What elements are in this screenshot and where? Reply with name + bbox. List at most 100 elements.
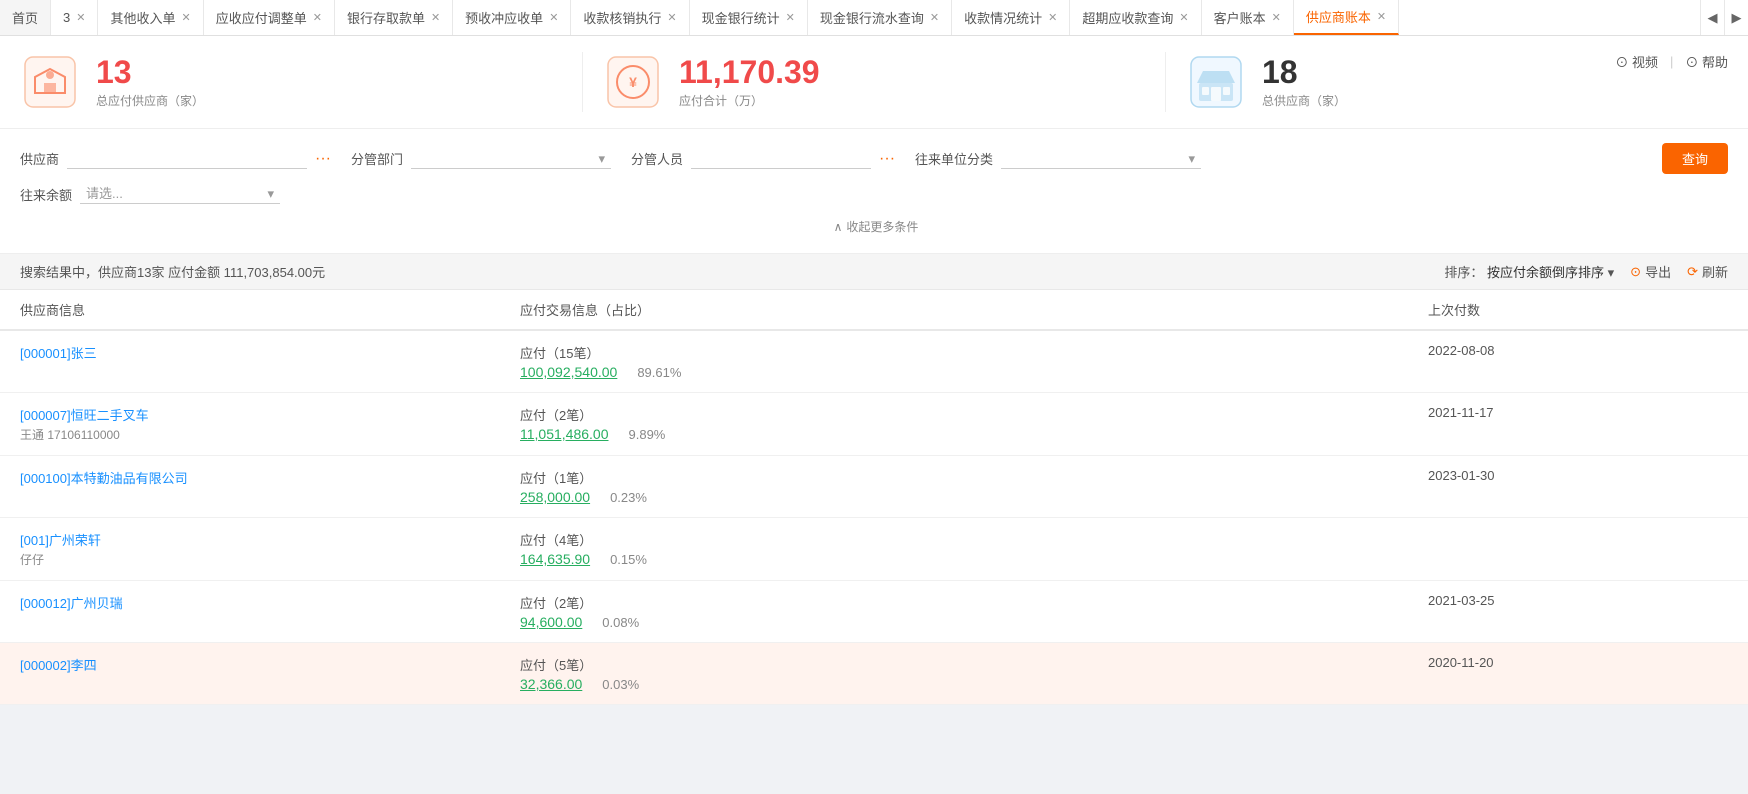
balance-select[interactable]: 请选... [80, 184, 280, 204]
percentage: 0.08% [602, 615, 639, 630]
nav-advance-offset-close[interactable]: ✕ [549, 11, 558, 24]
filter-balance: 往来余额 请选... [20, 184, 280, 204]
refresh-button[interactable]: ⟳ 刷新 [1687, 262, 1728, 281]
amount-value[interactable]: 11,051,486.00 [520, 426, 609, 442]
last-pay-cell: 2021-11-17 [1428, 405, 1728, 420]
last-pay-date: 2021-11-17 [1428, 405, 1494, 420]
supplier-cell: [000002]李四 [20, 655, 520, 674]
amount-value[interactable]: 100,092,540.00 [520, 364, 617, 380]
nav-customer-ledger[interactable]: 客户账本 ✕ [1202, 0, 1294, 35]
person-input[interactable] [691, 149, 871, 169]
separator-1 [582, 52, 583, 112]
query-button[interactable]: 查询 [1662, 143, 1728, 174]
dept-select[interactable] [411, 149, 611, 169]
person-ellipsis[interactable]: ··· [879, 150, 895, 168]
filter-row-2: 往来余额 请选... [20, 184, 1728, 204]
nav-overdue-query-close[interactable]: ✕ [1179, 11, 1188, 24]
filter-dept: 分管部门 [351, 149, 611, 169]
filter-supplier: 供应商 ··· [20, 149, 331, 169]
nav-next-arrow[interactable]: ▶ [1724, 0, 1748, 36]
col-tx-info: 应付交易信息（占比） [520, 300, 1428, 319]
nav-ar-ap-adjust[interactable]: 应收应付调整单 ✕ [204, 0, 335, 35]
filter-unit-type: 往来单位分类 [915, 149, 1201, 169]
nav-collection-exec-close[interactable]: ✕ [667, 11, 676, 24]
nav-customer-ledger-close[interactable]: ✕ [1272, 11, 1281, 24]
nav-collection-stat[interactable]: 收款情况统计 ✕ [952, 0, 1070, 35]
nav-collection-exec[interactable]: 收款核销执行 ✕ [571, 0, 689, 35]
nav-overdue-query[interactable]: 超期应收款查询 ✕ [1070, 0, 1201, 35]
nav-3[interactable]: 3 ✕ [51, 0, 98, 35]
payable-suppliers-text: 13 总应付供应商（家） [96, 56, 204, 109]
nav-collection-stat-close[interactable]: ✕ [1048, 11, 1057, 24]
amount-row: 94,600.00 0.08% [520, 614, 1428, 630]
supplier-link[interactable]: [000002]李四 [20, 658, 97, 673]
supplier-link[interactable]: [000012]广州贝瑞 [20, 596, 123, 611]
unit-type-select-wrap [1001, 149, 1201, 169]
payable-suppliers-num: 13 [96, 56, 204, 88]
tx-label: 应付（15笔） [520, 343, 1428, 362]
results-text: 搜索结果中，供应商13家 应付金额 111,703,854.00元 [20, 262, 1444, 281]
payable-suppliers-icon [20, 52, 80, 112]
supplier-link[interactable]: [000007]恒旺二手叉车 [20, 408, 149, 423]
summary-card-payable-suppliers: 13 总应付供应商（家） [20, 52, 562, 112]
payable-total-label: 应付合计（万） [679, 92, 820, 109]
results-bar: 搜索结果中，供应商13家 应付金额 111,703,854.00元 排序： 按应… [0, 254, 1748, 290]
amount-value[interactable]: 164,635.90 [520, 551, 590, 567]
supplier-cell: [000012]广州贝瑞 [20, 593, 520, 612]
balance-label: 往来余额 [20, 185, 72, 204]
amount-row: 100,092,540.00 89.61% [520, 364, 1428, 380]
supplier-link[interactable]: [000100]本特勤油品有限公司 [20, 471, 188, 486]
nav-bank-deposit[interactable]: 银行存取款单 ✕ [335, 0, 453, 35]
supplier-ellipsis[interactable]: ··· [315, 150, 331, 168]
nav-cash-flow-close[interactable]: ✕ [930, 11, 939, 24]
amount-value[interactable]: 94,600.00 [520, 614, 582, 630]
unit-type-label: 往来单位分类 [915, 149, 993, 168]
supplier-link[interactable]: [001]广州荣轩 [20, 533, 101, 548]
nav-cash-bank-stat[interactable]: 现金银行统计 ✕ [690, 0, 808, 35]
summary-header: 13 总应付供应商（家） ¥ 11,170.39 应付合计（万） [0, 36, 1748, 129]
nav-3-close[interactable]: ✕ [76, 11, 85, 24]
table-row: [001]广州荣轩 仔仔 应付（4笔） 164,635.90 0.15% [0, 518, 1748, 581]
last-pay-date: 2021-03-25 [1428, 593, 1495, 608]
supplier-link[interactable]: [000001]张三 [20, 346, 97, 361]
nav-home[interactable]: 首页 [0, 0, 51, 35]
table-row: [000007]恒旺二手叉车 王通 17106110000 应付（2笔） 11,… [0, 393, 1748, 456]
nav-supplier-ledger[interactable]: 供应商账本 ✕ [1294, 0, 1399, 35]
tx-label: 应付（5笔） [520, 655, 1428, 674]
nav-cash-bank-stat-close[interactable]: ✕ [786, 11, 795, 24]
header-actions: ⊙ 视频 | ⊙ 帮助 [1615, 52, 1728, 71]
dept-select-wrap [411, 149, 611, 169]
nav-supplier-ledger-close[interactable]: ✕ [1377, 10, 1386, 23]
payable-total-text: 11,170.39 应付合计（万） [679, 56, 820, 109]
header-divider: | [1670, 54, 1673, 69]
balance-select-wrap: 请选... [80, 184, 280, 204]
total-suppliers-label: 总供应商（家） [1262, 92, 1346, 109]
table-row: [000012]广州贝瑞 应付（2笔） 94,600.00 0.08% 2021… [0, 581, 1748, 643]
last-pay-cell: 2022-08-08 [1428, 343, 1728, 358]
help-btn[interactable]: ⊙ 帮助 [1685, 52, 1728, 71]
amount-value[interactable]: 258,000.00 [520, 489, 590, 505]
nav-other-income-close[interactable]: ✕ [181, 11, 190, 24]
supplier-input[interactable] [67, 149, 307, 169]
nav-cash-flow[interactable]: 现金银行流水查询 ✕ [808, 0, 952, 35]
nav-ar-ap-adjust-close[interactable]: ✕ [313, 11, 322, 24]
unit-type-select[interactable] [1001, 149, 1201, 169]
last-pay-cell: 2023-01-30 [1428, 468, 1728, 483]
amount-value[interactable]: 32,366.00 [520, 676, 582, 692]
nav-bank-deposit-close[interactable]: ✕ [431, 11, 440, 24]
sort-value[interactable]: 按应付余额倒序排序 [1487, 265, 1604, 280]
payable-suppliers-label: 总应付供应商（家） [96, 92, 204, 109]
video-btn[interactable]: ⊙ 视频 [1615, 52, 1658, 71]
col-last-pay: 上次付数 [1428, 300, 1728, 319]
tx-label: 应付（4笔） [520, 530, 1428, 549]
total-suppliers-num: 18 [1262, 56, 1346, 88]
collapse-button[interactable]: ∧ 收起更多条件 [20, 214, 1728, 245]
nav-other-income[interactable]: 其他收入单 ✕ [98, 0, 203, 35]
nav-advance-offset[interactable]: 预收冲应收单 ✕ [453, 0, 571, 35]
supplier-cell: [000100]本特勤油品有限公司 [20, 468, 520, 487]
last-pay-date: 2022-08-08 [1428, 343, 1495, 358]
supplier-cell: [000001]张三 [20, 343, 520, 362]
nav-prev-arrow[interactable]: ◀ [1700, 0, 1724, 36]
tx-cell: 应付（4笔） 164,635.90 0.15% [520, 530, 1428, 567]
export-button[interactable]: ⊙ 导出 [1630, 262, 1671, 281]
